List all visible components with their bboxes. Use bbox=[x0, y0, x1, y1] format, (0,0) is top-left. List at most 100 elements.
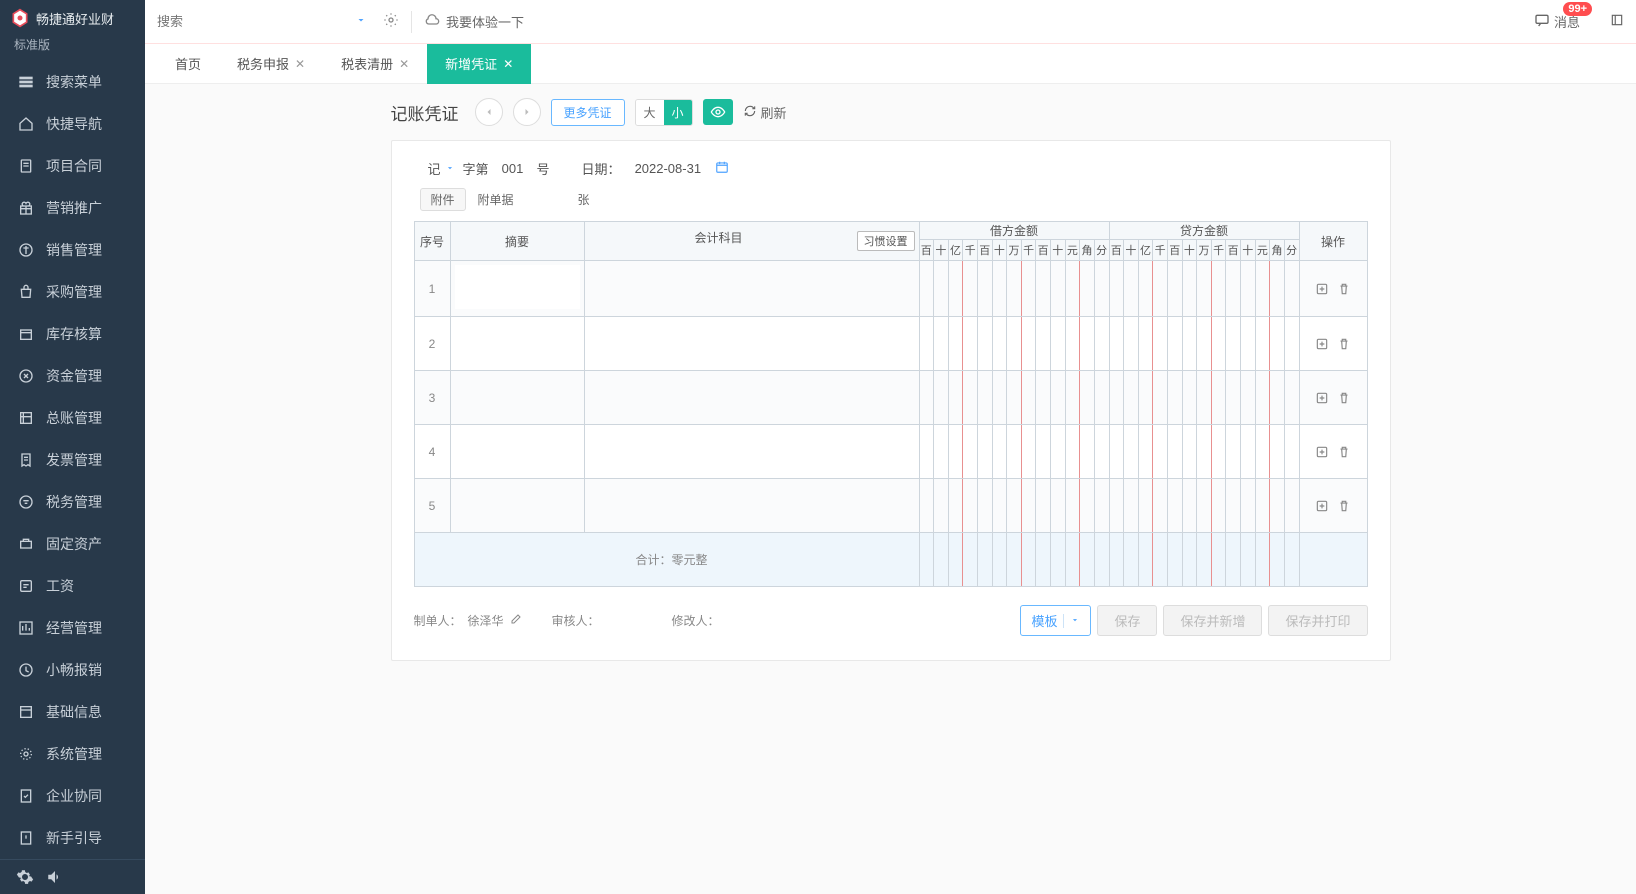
digit-cell[interactable] bbox=[1007, 261, 1022, 317]
digit-cell[interactable] bbox=[992, 317, 1007, 371]
digit-cell[interactable] bbox=[992, 371, 1007, 425]
digit-cell[interactable] bbox=[977, 425, 992, 479]
digit-cell[interactable] bbox=[963, 261, 978, 317]
tab-1[interactable]: 税务申报✕ bbox=[219, 44, 323, 84]
digit-cell[interactable] bbox=[1197, 261, 1212, 317]
digit-cell[interactable] bbox=[1270, 317, 1285, 371]
subject-cell[interactable] bbox=[584, 479, 919, 533]
digit-cell[interactable] bbox=[1138, 371, 1153, 425]
digit-cell[interactable] bbox=[1050, 371, 1065, 425]
digit-cell[interactable] bbox=[1255, 261, 1270, 317]
digit-cell[interactable] bbox=[1197, 425, 1212, 479]
digit-cell[interactable] bbox=[1080, 371, 1095, 425]
digit-cell[interactable] bbox=[1255, 425, 1270, 479]
digit-cell[interactable] bbox=[1167, 317, 1182, 371]
digit-cell[interactable] bbox=[1197, 479, 1212, 533]
digit-cell[interactable] bbox=[1153, 261, 1168, 317]
sidebar-item-15[interactable]: 基础信息 bbox=[0, 691, 145, 733]
summary-cell[interactable] bbox=[450, 425, 584, 479]
digit-cell[interactable] bbox=[1240, 371, 1255, 425]
digit-cell[interactable] bbox=[948, 261, 963, 317]
digit-cell[interactable] bbox=[1094, 261, 1109, 317]
digit-cell[interactable] bbox=[1197, 317, 1212, 371]
digit-cell[interactable] bbox=[1094, 425, 1109, 479]
digit-cell[interactable] bbox=[1240, 261, 1255, 317]
search-dropdown-icon[interactable] bbox=[355, 14, 367, 29]
digit-cell[interactable] bbox=[1153, 317, 1168, 371]
digit-cell[interactable] bbox=[1211, 371, 1226, 425]
digit-cell[interactable] bbox=[934, 371, 949, 425]
voucher-number[interactable]: 001 bbox=[497, 161, 529, 176]
digit-cell[interactable] bbox=[1109, 371, 1124, 425]
digit-cell[interactable] bbox=[1255, 371, 1270, 425]
tab-2[interactable]: 税表清册✕ bbox=[323, 44, 427, 84]
digit-cell[interactable] bbox=[1109, 425, 1124, 479]
summary-cell[interactable] bbox=[450, 479, 584, 533]
digit-cell[interactable] bbox=[1094, 317, 1109, 371]
messages-button[interactable]: 消息 99+ bbox=[1534, 12, 1580, 31]
edit-preparer-icon[interactable] bbox=[510, 613, 522, 628]
summary-cell[interactable] bbox=[450, 317, 584, 371]
digit-cell[interactable] bbox=[1226, 371, 1241, 425]
digit-cell[interactable] bbox=[1036, 261, 1051, 317]
digit-cell[interactable] bbox=[1211, 261, 1226, 317]
digit-cell[interactable] bbox=[1036, 479, 1051, 533]
digit-cell[interactable] bbox=[977, 317, 992, 371]
add-row-icon[interactable] bbox=[1315, 445, 1329, 459]
digit-cell[interactable] bbox=[1007, 371, 1022, 425]
sidebar-item-9[interactable]: 发票管理 bbox=[0, 439, 145, 481]
digit-cell[interactable] bbox=[1109, 317, 1124, 371]
sidebar-item-4[interactable]: 销售管理 bbox=[0, 229, 145, 271]
digit-cell[interactable] bbox=[919, 371, 934, 425]
voucher-date[interactable]: 2022-08-31 bbox=[635, 161, 702, 176]
prev-voucher-button[interactable] bbox=[475, 98, 503, 126]
experience-button[interactable]: 我要体验一下 bbox=[424, 12, 524, 31]
digit-cell[interactable] bbox=[963, 317, 978, 371]
digit-cell[interactable] bbox=[1270, 371, 1285, 425]
digit-cell[interactable] bbox=[1065, 425, 1080, 479]
add-row-icon[interactable] bbox=[1315, 337, 1329, 351]
digit-cell[interactable] bbox=[948, 371, 963, 425]
sidebar-item-12[interactable]: 工资 bbox=[0, 565, 145, 607]
digit-cell[interactable] bbox=[919, 261, 934, 317]
digit-cell[interactable] bbox=[1021, 371, 1036, 425]
digit-cell[interactable] bbox=[1270, 425, 1285, 479]
subject-cell[interactable] bbox=[584, 317, 919, 371]
calendar-icon[interactable] bbox=[715, 160, 729, 177]
digit-cell[interactable] bbox=[1036, 425, 1051, 479]
digit-cell[interactable] bbox=[919, 425, 934, 479]
sidebar-item-6[interactable]: 库存核算 bbox=[0, 313, 145, 355]
digit-cell[interactable] bbox=[1240, 479, 1255, 533]
delete-row-icon[interactable] bbox=[1337, 445, 1351, 459]
digit-cell[interactable] bbox=[919, 479, 934, 533]
digit-cell[interactable] bbox=[1007, 317, 1022, 371]
delete-row-icon[interactable] bbox=[1337, 282, 1351, 296]
digit-cell[interactable] bbox=[963, 425, 978, 479]
voucher-type-select[interactable]: 记 bbox=[428, 159, 455, 178]
digit-cell[interactable] bbox=[1007, 425, 1022, 479]
digit-cell[interactable] bbox=[1138, 479, 1153, 533]
digit-cell[interactable] bbox=[1284, 425, 1299, 479]
digit-cell[interactable] bbox=[1109, 479, 1124, 533]
digit-cell[interactable] bbox=[1182, 479, 1197, 533]
sidebar-item-17[interactable]: 企业协同 bbox=[0, 775, 145, 817]
summary-input[interactable] bbox=[455, 265, 580, 309]
digit-cell[interactable] bbox=[934, 261, 949, 317]
refresh-button[interactable]: 刷新 bbox=[743, 103, 787, 122]
summary-cell[interactable] bbox=[450, 371, 584, 425]
digit-cell[interactable] bbox=[1240, 425, 1255, 479]
sidebar-item-18[interactable]: 新手引导 bbox=[0, 817, 145, 859]
digit-cell[interactable] bbox=[1094, 371, 1109, 425]
digit-cell[interactable] bbox=[1065, 371, 1080, 425]
digit-cell[interactable] bbox=[1211, 479, 1226, 533]
digit-cell[interactable] bbox=[1182, 317, 1197, 371]
digit-cell[interactable] bbox=[1240, 317, 1255, 371]
digit-cell[interactable] bbox=[1211, 317, 1226, 371]
digit-cell[interactable] bbox=[1153, 425, 1168, 479]
tab-close-icon[interactable]: ✕ bbox=[399, 57, 409, 71]
attach-button[interactable]: 附件 bbox=[420, 188, 466, 211]
digit-cell[interactable] bbox=[919, 317, 934, 371]
digit-cell[interactable] bbox=[1138, 425, 1153, 479]
digit-cell[interactable] bbox=[1270, 261, 1285, 317]
digit-cell[interactable] bbox=[1080, 261, 1095, 317]
